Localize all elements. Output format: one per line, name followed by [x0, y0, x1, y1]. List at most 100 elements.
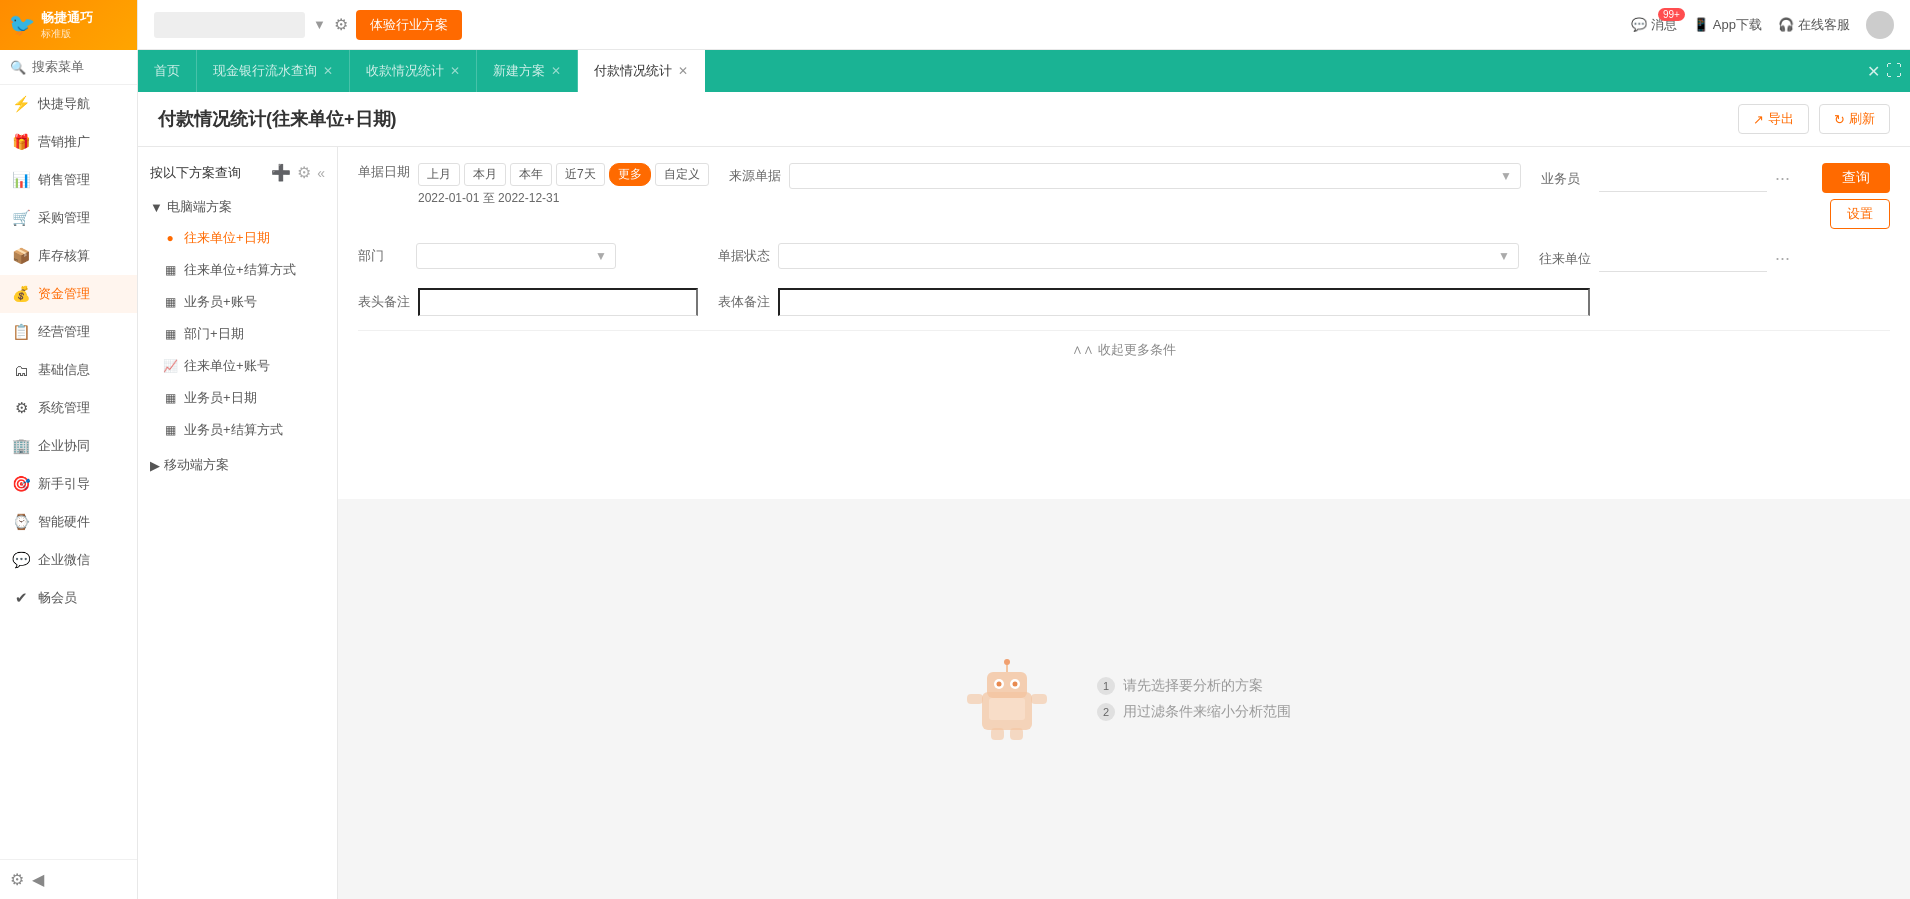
- export-btn[interactable]: ↗ 导出: [1738, 104, 1809, 134]
- date-btn-more[interactable]: 更多: [609, 163, 651, 186]
- app-download-btn[interactable]: 📱 App下载: [1693, 16, 1762, 34]
- unit-settlement-icon: ▦: [162, 262, 178, 278]
- tip-num-2: 2: [1097, 703, 1115, 721]
- scheme-settings-btn[interactable]: ⚙: [297, 163, 311, 182]
- setting-btn[interactable]: 设置: [1830, 199, 1890, 229]
- expand-tabs-btn[interactable]: ⛶: [1886, 62, 1902, 80]
- dept-filter: 部门 ▼: [358, 243, 698, 269]
- message-icon: 💬: [1631, 17, 1647, 32]
- topbar-gear-icon[interactable]: ⚙: [334, 15, 348, 34]
- refresh-btn[interactable]: ↻ 刷新: [1819, 104, 1890, 134]
- user-avatar[interactable]: [1866, 11, 1894, 39]
- date-btn-custom[interactable]: 自定义: [655, 163, 709, 186]
- scheme-item-staff-settlement[interactable]: ▦ 业务员+结算方式: [138, 414, 337, 446]
- collapse-sidebar-btn[interactable]: ◀: [32, 870, 44, 889]
- body-note-input[interactable]: [778, 288, 1590, 316]
- scheme-panel-header: 按以下方案查询 ➕ ⚙ «: [138, 157, 337, 192]
- header-note-input[interactable]: [418, 288, 698, 316]
- scheme-item-staff-date[interactable]: ▦ 业务员+日期: [138, 382, 337, 414]
- sidebar-item-quick-nav[interactable]: ⚡ 快捷导航: [0, 85, 137, 123]
- filter-row-2: 部门 ▼ 单据状态 ▼: [358, 243, 1890, 274]
- doc-status-select-arrow: ▼: [1498, 249, 1510, 263]
- date-btn-7days[interactable]: 近7天: [556, 163, 605, 186]
- source-label: 来源单据: [729, 167, 781, 185]
- dept-select[interactable]: ▼: [416, 243, 616, 269]
- basic-icon: 🗂: [12, 361, 30, 379]
- message-btn[interactable]: 💬 消息 99+: [1631, 16, 1677, 34]
- header-note-label: 表头备注: [358, 293, 410, 311]
- add-scheme-btn[interactable]: ➕: [271, 163, 291, 182]
- tip-num-1: 1: [1097, 677, 1115, 695]
- search-icon: 🔍: [10, 60, 26, 75]
- sidebar-item-enterprise[interactable]: 🏢 企业协同: [0, 427, 137, 465]
- query-btn[interactable]: 查询: [1822, 163, 1890, 193]
- enterprise-icon: 🏢: [12, 437, 30, 455]
- tab-bank[interactable]: 现金银行流水查询 ✕: [197, 50, 350, 92]
- sidebar-item-wechat[interactable]: 💬 企业微信: [0, 541, 137, 579]
- scheme-collapse-btn[interactable]: «: [317, 165, 325, 181]
- tabbar: 首页 现金银行流水查询 ✕ 收款情况统计 ✕ 新建方案 ✕ 付款情况统计 ✕ ✕…: [138, 50, 1910, 92]
- refresh-label: 刷新: [1849, 110, 1875, 128]
- doc-status-filter: 单据状态 ▼: [718, 243, 1519, 269]
- tab-payment[interactable]: 付款情况统计 ✕: [578, 50, 705, 92]
- tab-payment-close[interactable]: ✕: [678, 64, 688, 78]
- scheme-item-label: 往来单位+账号: [184, 357, 270, 375]
- sidebar-item-purchase[interactable]: 🛒 采购管理: [0, 199, 137, 237]
- empty-robot-illustration: [957, 654, 1057, 744]
- tab-receivable-close[interactable]: ✕: [450, 64, 460, 78]
- scheme-group-header-mobile[interactable]: ▶ 移动端方案: [138, 450, 337, 480]
- partner-input[interactable]: [1599, 246, 1767, 272]
- close-all-tabs-btn[interactable]: ✕: [1867, 62, 1880, 81]
- tab-bank-close[interactable]: ✕: [323, 64, 333, 78]
- dept-date-icon: ▦: [162, 326, 178, 342]
- sidebar-item-member[interactable]: ✔ 畅会员: [0, 579, 137, 617]
- scheme-item-staff-account[interactable]: ▦ 业务员+账号: [138, 286, 337, 318]
- sidebar-item-operation[interactable]: 📋 经营管理: [0, 313, 137, 351]
- scheme-group-header-desktop[interactable]: ▼ 电脑端方案: [138, 192, 337, 222]
- staff-ellipsis-btn[interactable]: ···: [1775, 163, 1790, 194]
- sidebar: 🐦 畅捷通巧 标准版 🔍 搜索菜单 ⚡ 快捷导航 🎁 营销推广 📊 销售管理 🛒…: [0, 0, 138, 899]
- tab-new-scheme-close[interactable]: ✕: [551, 64, 561, 78]
- scheme-item-label: 业务员+账号: [184, 293, 257, 311]
- sidebar-item-inventory[interactable]: 📦 库存核算: [0, 237, 137, 275]
- trial-btn[interactable]: 体验行业方案: [356, 10, 462, 40]
- sidebar-item-basic[interactable]: 🗂 基础信息: [0, 351, 137, 389]
- date-btn-this-year[interactable]: 本年: [510, 163, 552, 186]
- sidebar-item-label: 快捷导航: [38, 95, 90, 113]
- scheme-item-dept-date[interactable]: ▦ 部门+日期: [138, 318, 337, 350]
- staff-input[interactable]: [1599, 166, 1767, 192]
- date-btn-this-month[interactable]: 本月: [464, 163, 506, 186]
- scheme-item-label: 业务员+结算方式: [184, 421, 283, 439]
- sidebar-item-label: 企业协同: [38, 437, 90, 455]
- scheme-item-unit-date[interactable]: ● 往来单位+日期: [138, 222, 337, 254]
- sidebar-item-sales[interactable]: 📊 销售管理: [0, 161, 137, 199]
- logo-icon: 🐦: [8, 12, 35, 38]
- purchase-icon: 🛒: [12, 209, 30, 227]
- partner-ellipsis-btn[interactable]: ···: [1775, 243, 1790, 274]
- sidebar-item-guide[interactable]: 🎯 新手引导: [0, 465, 137, 503]
- settings-footer-btn[interactable]: ⚙: [10, 870, 24, 889]
- sidebar-item-marketing[interactable]: 🎁 营销推广: [0, 123, 137, 161]
- sidebar-item-label: 库存核算: [38, 247, 90, 265]
- source-select[interactable]: ▼: [789, 163, 1521, 189]
- sidebar-item-hardware[interactable]: ⌚ 智能硬件: [0, 503, 137, 541]
- tab-new-scheme[interactable]: 新建方案 ✕: [477, 50, 578, 92]
- tab-home-label: 首页: [154, 62, 180, 80]
- collapse-icon: ∧∧: [1072, 342, 1094, 357]
- date-btn-last-month[interactable]: 上月: [418, 163, 460, 186]
- date-filter-group: 单据日期 上月 本月 本年 近7天 更多 自定义 20: [358, 163, 709, 207]
- search-label: 搜索菜单: [32, 58, 84, 76]
- service-btn[interactable]: 🎧 在线客服: [1778, 16, 1850, 34]
- tab-receivable[interactable]: 收款情况统计 ✕: [350, 50, 477, 92]
- scheme-item-unit-settlement[interactable]: ▦ 往来单位+结算方式: [138, 254, 337, 286]
- scheme-item-unit-account[interactable]: 📈 往来单位+账号: [138, 350, 337, 382]
- tab-home[interactable]: 首页: [138, 50, 197, 92]
- tab-receivable-label: 收款情况统计: [366, 62, 444, 80]
- doc-status-select[interactable]: ▼: [778, 243, 1519, 269]
- topbar: ▼ ⚙ 体验行业方案 💬 消息 99+ 📱 App下载 🎧 在线客服: [138, 0, 1910, 50]
- sidebar-item-system[interactable]: ⚙ 系统管理: [0, 389, 137, 427]
- sidebar-item-capital[interactable]: 💰 资金管理: [0, 275, 137, 313]
- dept-label: 部门: [358, 247, 408, 265]
- search-menu[interactable]: 🔍 搜索菜单: [0, 50, 137, 85]
- collapse-more-btn[interactable]: ∧∧ 收起更多条件: [358, 330, 1890, 369]
